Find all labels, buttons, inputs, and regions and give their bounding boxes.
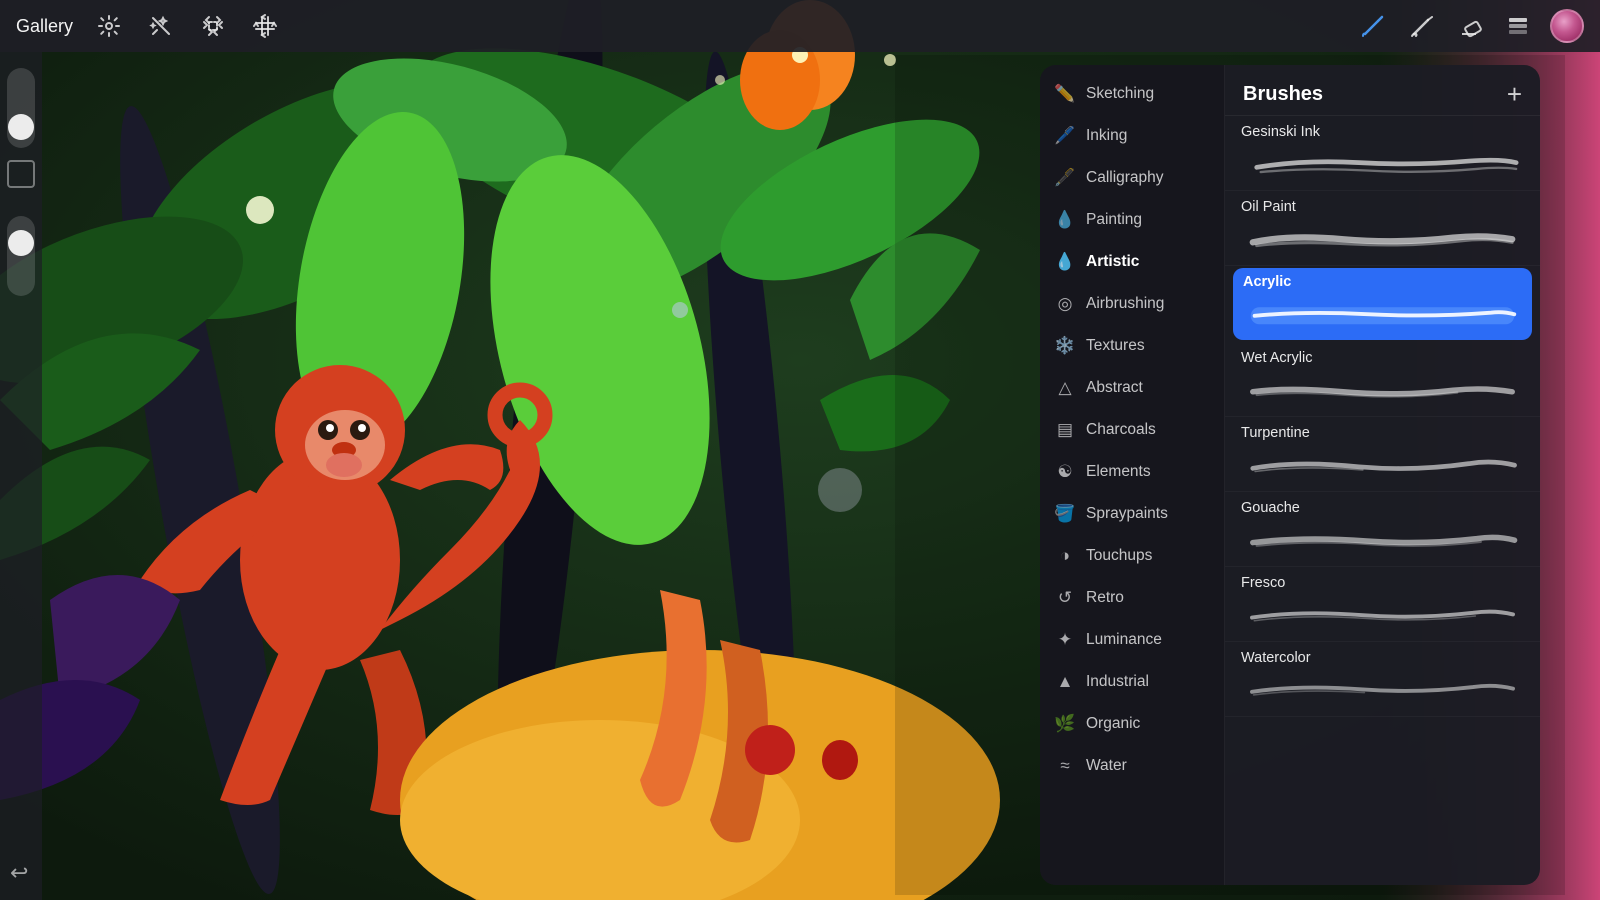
brush-item-wet-acrylic[interactable]: Wet Acrylic <box>1225 342 1540 417</box>
category-label-textures: Textures <box>1086 337 1145 355</box>
category-item-touchups[interactable]: ◑ Touchups <box>1040 535 1224 577</box>
category-label-water: Water <box>1086 757 1127 775</box>
retro-icon: ↺ <box>1054 588 1076 608</box>
brush-item-gouache[interactable]: Gouache <box>1225 492 1540 567</box>
sketching-icon: ✏️ <box>1054 84 1076 104</box>
gallery-button[interactable]: Gallery <box>16 16 73 37</box>
category-item-sketching[interactable]: ✏️ Sketching <box>1040 73 1224 115</box>
brush-stroke-wet-acrylic <box>1241 370 1524 412</box>
toolbar-right <box>1356 9 1584 43</box>
transform-button[interactable] <box>249 10 281 42</box>
brush-name-gesinski-ink: Gesinski Ink <box>1241 124 1524 140</box>
category-item-organic[interactable]: 🌿 Organic <box>1040 703 1224 745</box>
category-item-spraypaints[interactable]: 🪣 Spraypaints <box>1040 493 1224 535</box>
category-label-painting: Painting <box>1086 211 1142 229</box>
touchups-icon: ◑ <box>1054 546 1076 566</box>
brushes-title: Brushes <box>1243 83 1323 106</box>
luminance-icon: ✦ <box>1054 630 1076 650</box>
brush-stroke-gouache <box>1241 520 1524 562</box>
brush-item-watercolor[interactable]: Watercolor <box>1225 642 1540 717</box>
brush-name-turpentine: Turpentine <box>1241 425 1524 441</box>
brush-item-fresco[interactable]: Fresco <box>1225 567 1540 642</box>
brush-name-oil-paint: Oil Paint <box>1241 199 1524 215</box>
inking-icon: 🖊️ <box>1054 126 1076 146</box>
brush-item-oil-paint[interactable]: Oil Paint <box>1225 191 1540 266</box>
category-item-industrial[interactable]: ▲ Industrial <box>1040 661 1224 703</box>
toolbar-left: Gallery <box>16 10 1332 42</box>
brush-stroke-gesinski-ink <box>1241 144 1524 186</box>
brush-name-watercolor: Watercolor <box>1241 650 1524 666</box>
category-label-industrial: Industrial <box>1086 673 1149 691</box>
opacity-control[interactable] <box>7 160 35 188</box>
brush-tool-button[interactable] <box>1356 9 1390 43</box>
category-label-retro: Retro <box>1086 589 1124 607</box>
brush-name-fresco: Fresco <box>1241 575 1524 591</box>
category-item-textures[interactable]: ❄️ Textures <box>1040 325 1224 367</box>
brush-name-gouache: Gouache <box>1241 500 1524 516</box>
organic-icon: 🌿 <box>1054 714 1076 734</box>
left-panel <box>0 52 42 900</box>
brush-item-turpentine[interactable]: Turpentine <box>1225 417 1540 492</box>
add-brush-button[interactable]: + <box>1507 81 1522 107</box>
category-item-inking[interactable]: 🖊️ Inking <box>1040 115 1224 157</box>
category-item-charcoals[interactable]: ▤ Charcoals <box>1040 409 1224 451</box>
category-item-water[interactable]: ≈ Water <box>1040 745 1224 787</box>
brush-name-wet-acrylic: Wet Acrylic <box>1241 350 1524 366</box>
brush-stroke-turpentine <box>1241 445 1524 487</box>
category-list: ✏️ Sketching 🖊️ Inking 🖋️ Calligraphy 💧 Paintin… <box>1040 65 1225 885</box>
brush-stroke-acrylic <box>1243 294 1522 336</box>
brush-panel-header: Brushes + <box>1225 65 1540 116</box>
category-label-airbrushing: Airbrushing <box>1086 295 1164 313</box>
brush-list: Brushes + Gesinski Ink Oil Paint Acrylic… <box>1225 65 1540 885</box>
artistic-icon: 💧 <box>1054 252 1076 272</box>
brush-item-acrylic[interactable]: Acrylic <box>1233 268 1532 340</box>
undo-button[interactable]: ↩ <box>10 860 28 886</box>
spraypaints-icon: 🪣 <box>1054 504 1076 524</box>
category-label-elements: Elements <box>1086 463 1151 481</box>
brush-stroke-watercolor <box>1241 670 1524 712</box>
textures-icon: ❄️ <box>1054 336 1076 356</box>
industrial-icon: ▲ <box>1054 672 1076 692</box>
category-label-organic: Organic <box>1086 715 1140 733</box>
brush-item-gesinski-ink[interactable]: Gesinski Ink <box>1225 116 1540 191</box>
category-item-artistic[interactable]: 💧 Artistic <box>1040 241 1224 283</box>
category-item-airbrushing[interactable]: ◎ Airbrushing <box>1040 283 1224 325</box>
settings-button[interactable] <box>93 10 125 42</box>
category-label-calligraphy: Calligraphy <box>1086 169 1164 187</box>
airbrushing-icon: ◎ <box>1054 294 1076 314</box>
category-item-luminance[interactable]: ✦ Luminance <box>1040 619 1224 661</box>
brush-name-acrylic: Acrylic <box>1243 274 1522 290</box>
painting-icon: 💧 <box>1054 210 1076 230</box>
category-item-elements[interactable]: ☯ Elements <box>1040 451 1224 493</box>
category-label-touchups: Touchups <box>1086 547 1152 565</box>
opacity-slider[interactable] <box>7 216 35 296</box>
color-picker[interactable] <box>1550 9 1584 43</box>
magic-button[interactable] <box>145 10 177 42</box>
category-label-charcoals: Charcoals <box>1086 421 1156 439</box>
brush-stroke-oil-paint <box>1241 219 1524 261</box>
category-label-sketching: Sketching <box>1086 85 1154 103</box>
category-label-spraypaints: Spraypaints <box>1086 505 1168 523</box>
category-item-retro[interactable]: ↺ Retro <box>1040 577 1224 619</box>
category-item-painting[interactable]: 💧 Painting <box>1040 199 1224 241</box>
category-label-inking: Inking <box>1086 127 1127 145</box>
charcoals-icon: ▤ <box>1054 420 1076 440</box>
category-label-luminance: Luminance <box>1086 631 1162 649</box>
brush-size-slider[interactable] <box>7 68 35 148</box>
category-label-abstract: Abstract <box>1086 379 1143 397</box>
eraser-tool-button[interactable] <box>1454 10 1486 42</box>
calligraphy-icon: 🖋️ <box>1054 168 1076 188</box>
category-item-calligraphy[interactable]: 🖋️ Calligraphy <box>1040 157 1224 199</box>
elements-icon: ☯ <box>1054 462 1076 482</box>
top-toolbar: Gallery <box>0 0 1600 52</box>
abstract-icon: △ <box>1054 378 1076 398</box>
water-icon: ≈ <box>1054 756 1076 776</box>
category-item-abstract[interactable]: △ Abstract <box>1040 367 1224 409</box>
smudge-tool-button[interactable] <box>1406 10 1438 42</box>
brushes-panel: ✏️ Sketching 🖊️ Inking 🖋️ Calligraphy 💧 Paintin… <box>1040 65 1540 885</box>
selection-button[interactable] <box>197 10 229 42</box>
category-label-artistic: Artistic <box>1086 253 1139 271</box>
layers-button[interactable] <box>1502 10 1534 42</box>
brush-stroke-fresco <box>1241 595 1524 637</box>
